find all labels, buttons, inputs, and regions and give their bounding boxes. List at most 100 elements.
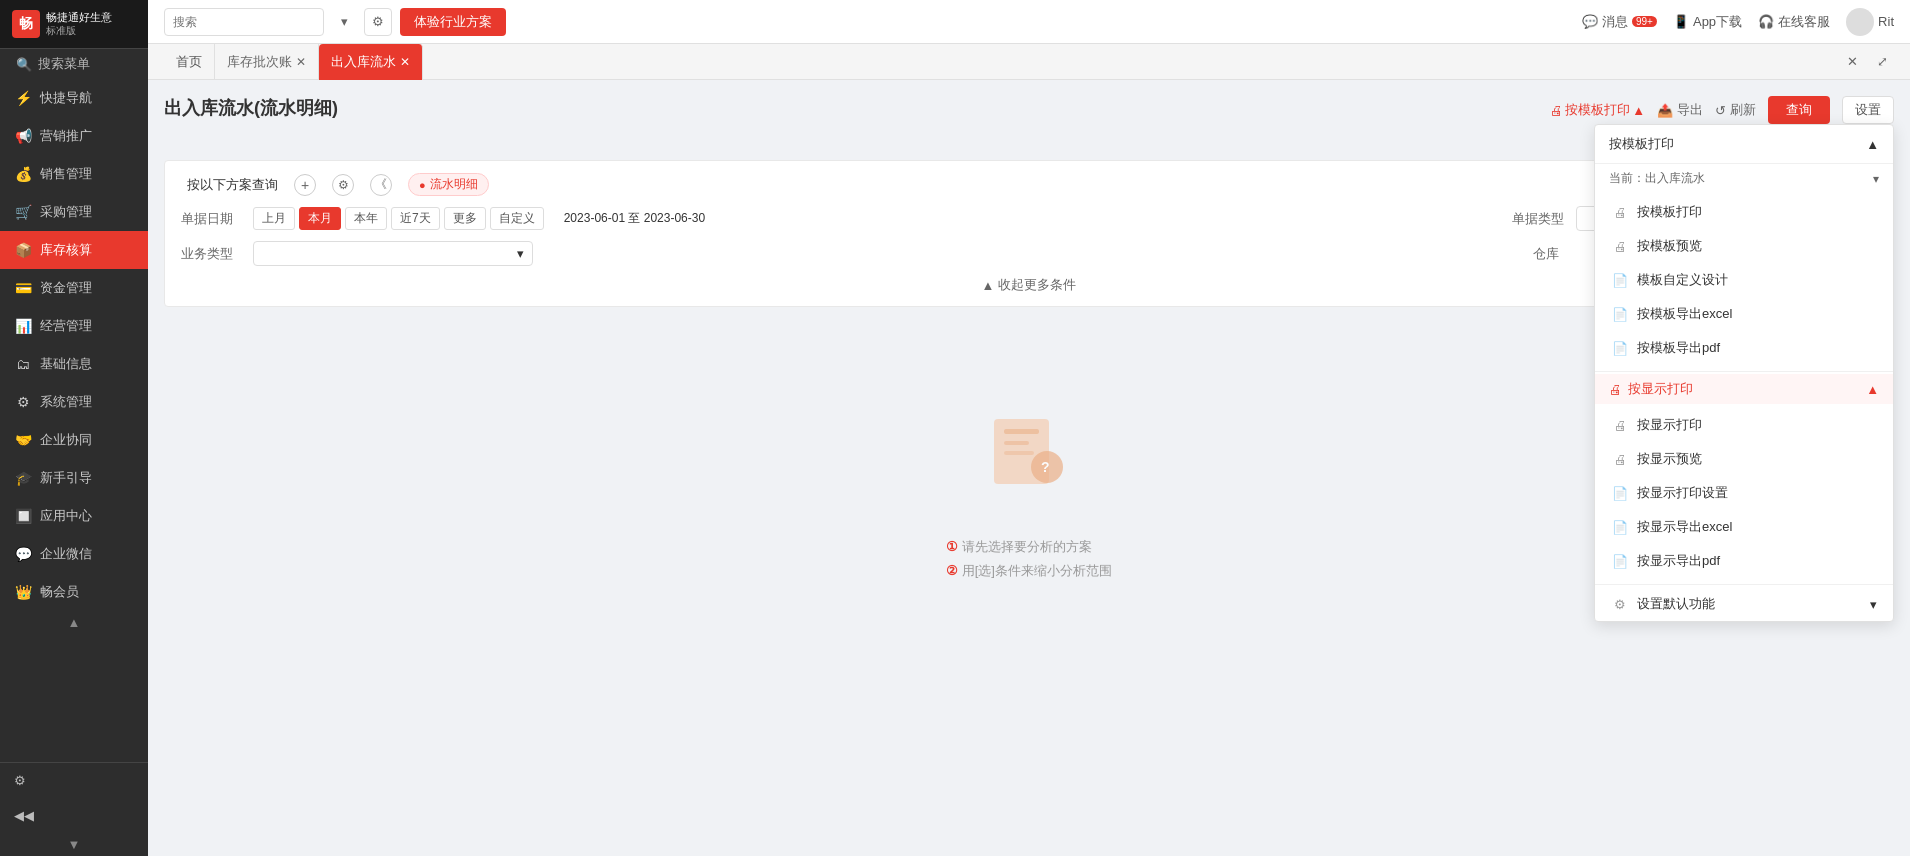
display-print-settings-label: 按显示打印设置 (1637, 484, 1728, 502)
sidebar-item-app-center[interactable]: 🔲应用中心 (0, 497, 148, 535)
display-excel-label: 按显示导出excel (1637, 518, 1732, 536)
dropdown-template-preview[interactable]: 🖨 按模板预览 (1595, 229, 1893, 263)
display-print-label: 按显示打印 (1637, 416, 1702, 434)
nav-icon-marketing: 📢 (14, 127, 32, 145)
sidebar-collapse[interactable]: ◀◀ (0, 798, 148, 833)
sidebar-item-operation[interactable]: 📊经营管理 (0, 307, 148, 345)
template-preview-label: 按模板预览 (1637, 237, 1702, 255)
topbar-settings-btn[interactable]: ⚙ (364, 8, 392, 36)
dropdown-display-excel[interactable]: 📄 按显示导出excel (1595, 510, 1893, 544)
home-tab-label: 首页 (176, 53, 202, 71)
date-btn-this-month[interactable]: 本月 (299, 207, 341, 230)
user-menu[interactable]: Rit (1846, 8, 1894, 36)
sidebar-item-cooperation[interactable]: 🤝企业协同 (0, 421, 148, 459)
date-btn-custom[interactable]: 自定义 (490, 207, 544, 230)
customer-service-btn[interactable]: 🎧 在线客服 (1758, 13, 1830, 31)
empty-tip-1: 请先选择要分析的方案 (946, 538, 1112, 556)
nav-label-guide: 新手引导 (40, 469, 92, 487)
display-section-chevron: ▲ (1866, 382, 1879, 397)
query-btn[interactable]: 查询 (1768, 96, 1830, 124)
sidebar-settings[interactable]: ⚙ (0, 763, 148, 798)
date-btn-last-month[interactable]: 上月 (253, 207, 295, 230)
export-label: 导出 (1677, 101, 1703, 119)
sidebar-item-basic[interactable]: 🗂基础信息 (0, 345, 148, 383)
doc-icon-2: 📄 (1611, 484, 1629, 502)
sidebar-item-quick-nav[interactable]: ⚡快捷导航 (0, 79, 148, 117)
industry-solution-btn[interactable]: 体验行业方案 (400, 8, 506, 36)
sidebar-item-system[interactable]: ⚙系统管理 (0, 383, 148, 421)
sidebar-item-sales[interactable]: 💰销售管理 (0, 155, 148, 193)
sidebar-bottom: ⚙ ◀◀ (0, 762, 148, 833)
template-print-item-label: 按模板打印 (1637, 203, 1702, 221)
dropdown-title: 按模板打印 (1609, 135, 1674, 153)
biz-select[interactable]: ▾ (253, 241, 533, 266)
logo-icon: 畅 (12, 10, 40, 38)
tab-batch-account[interactable]: 库存批次账 ✕ (215, 44, 319, 80)
nav-label-app-center: 应用中心 (40, 507, 92, 525)
template-print-label: 按模板打印 (1565, 101, 1630, 119)
dropdown-divider-2 (1595, 584, 1893, 585)
tab-inout-flow[interactable]: 出入库流水 ✕ (319, 44, 423, 80)
svg-rect-1 (1004, 429, 1039, 434)
sidebar-item-wechat[interactable]: 💬企业微信 (0, 535, 148, 573)
template-print-dropdown-btn[interactable]: 🖨 按模板打印 ▲ (1550, 101, 1645, 119)
filter-settings-btn[interactable]: ⚙ (332, 174, 354, 196)
dropdown-header: 按模板打印 ▲ (1595, 125, 1893, 164)
search-icon: 🔍 (16, 57, 32, 72)
date-btn-7days[interactable]: 近7天 (391, 207, 440, 230)
dropdown-divider (1595, 371, 1893, 372)
nav-icon-inventory: 📦 (14, 241, 32, 259)
topbar-search-input[interactable] (164, 8, 324, 36)
sidebar-item-member[interactable]: 👑畅会员 (0, 573, 148, 611)
filter-collapse-btn[interactable]: 《 (370, 174, 392, 196)
topbar-search-dropdown[interactable]: ▾ (332, 10, 356, 34)
sidebar-item-guide[interactable]: 🎓新手引导 (0, 459, 148, 497)
dropdown-display-preview[interactable]: 🖨 按显示预览 (1595, 442, 1893, 476)
dropdown-default-settings[interactable]: ⚙ 设置默认功能 ▾ (1595, 587, 1893, 621)
action-bar: 🖨 按模板打印 ▲ 📤 导出 ↺ 刷新 查询 设置 (1550, 96, 1894, 124)
sidebar-item-finance[interactable]: 💳资金管理 (0, 269, 148, 307)
pdf-icon-1: 📄 (1611, 339, 1629, 357)
dropdown-display-pdf[interactable]: 📄 按显示导出pdf (1595, 544, 1893, 578)
warehouse-label: 仓库 (1533, 245, 1589, 263)
tab-maximize[interactable]: ⤢ (1870, 50, 1894, 74)
app-download-btn[interactable]: 📱 App下载 (1673, 13, 1742, 31)
refresh-btn[interactable]: ↺ 刷新 (1715, 101, 1756, 119)
dropdown-display-print-settings[interactable]: 📄 按显示打印设置 (1595, 476, 1893, 510)
sidebar-item-marketing[interactable]: 📢营销推广 (0, 117, 148, 155)
dropdown-template-pdf[interactable]: 📄 按模板导出pdf (1595, 331, 1893, 365)
inout-flow-tab-close[interactable]: ✕ (400, 55, 410, 69)
nav-label-purchase: 采购管理 (40, 203, 92, 221)
add-filter-btn[interactable]: + (294, 174, 316, 196)
settings-btn[interactable]: 设置 (1842, 96, 1894, 124)
dropdown-template-excel[interactable]: 📄 按模板导出excel (1595, 297, 1893, 331)
sidebar-item-inventory[interactable]: 📦库存核算 (0, 231, 148, 269)
date-buttons: 上月 本月 本年 近7天 更多 自定义 (253, 207, 544, 230)
customer-service-label: 在线客服 (1778, 13, 1830, 31)
filter-tag[interactable]: ● 流水明细 (408, 173, 489, 196)
tab-close-all[interactable]: ✕ (1840, 50, 1864, 74)
batch-account-tab-close[interactable]: ✕ (296, 55, 306, 69)
notifications-btn[interactable]: 💬 消息 99+ (1582, 13, 1657, 31)
inout-flow-tab-label: 出入库流水 (331, 53, 396, 71)
notifications-badge: 99+ (1632, 16, 1657, 27)
sidebar-item-purchase[interactable]: 🛒采购管理 (0, 193, 148, 231)
nav-label-system: 系统管理 (40, 393, 92, 411)
tab-home[interactable]: 首页 (164, 44, 215, 80)
dropdown-display-print[interactable]: 🖨 按显示打印 (1595, 408, 1893, 442)
chevron-up-icon: ▲ (1632, 103, 1645, 118)
default-settings-label: 设置默认功能 (1637, 595, 1715, 613)
export-btn[interactable]: 📤 导出 (1657, 101, 1703, 119)
topbar: ▾ ⚙ 体验行业方案 💬 消息 99+ 📱 App下载 🎧 在线客服 Rit (148, 0, 1910, 44)
logo-badge: 标准版 (46, 24, 112, 38)
sidebar-scroll-down[interactable]: ▼ (0, 833, 148, 856)
sidebar-scroll-up[interactable]: ▲ (0, 611, 148, 634)
date-btn-this-year[interactable]: 本年 (345, 207, 387, 230)
tabs-right-actions: ✕ ⤢ (1840, 50, 1894, 74)
template-excel-label: 按模板导出excel (1637, 305, 1732, 323)
sidebar-search[interactable]: 🔍 搜索菜单 (0, 49, 148, 79)
display-section-header[interactable]: 🖨 按显示打印 ▲ (1595, 374, 1893, 404)
dropdown-template-print[interactable]: 🖨 按模板打印 (1595, 195, 1893, 229)
date-btn-more[interactable]: 更多 (444, 207, 486, 230)
dropdown-template-custom[interactable]: 📄 模板自定义设计 (1595, 263, 1893, 297)
